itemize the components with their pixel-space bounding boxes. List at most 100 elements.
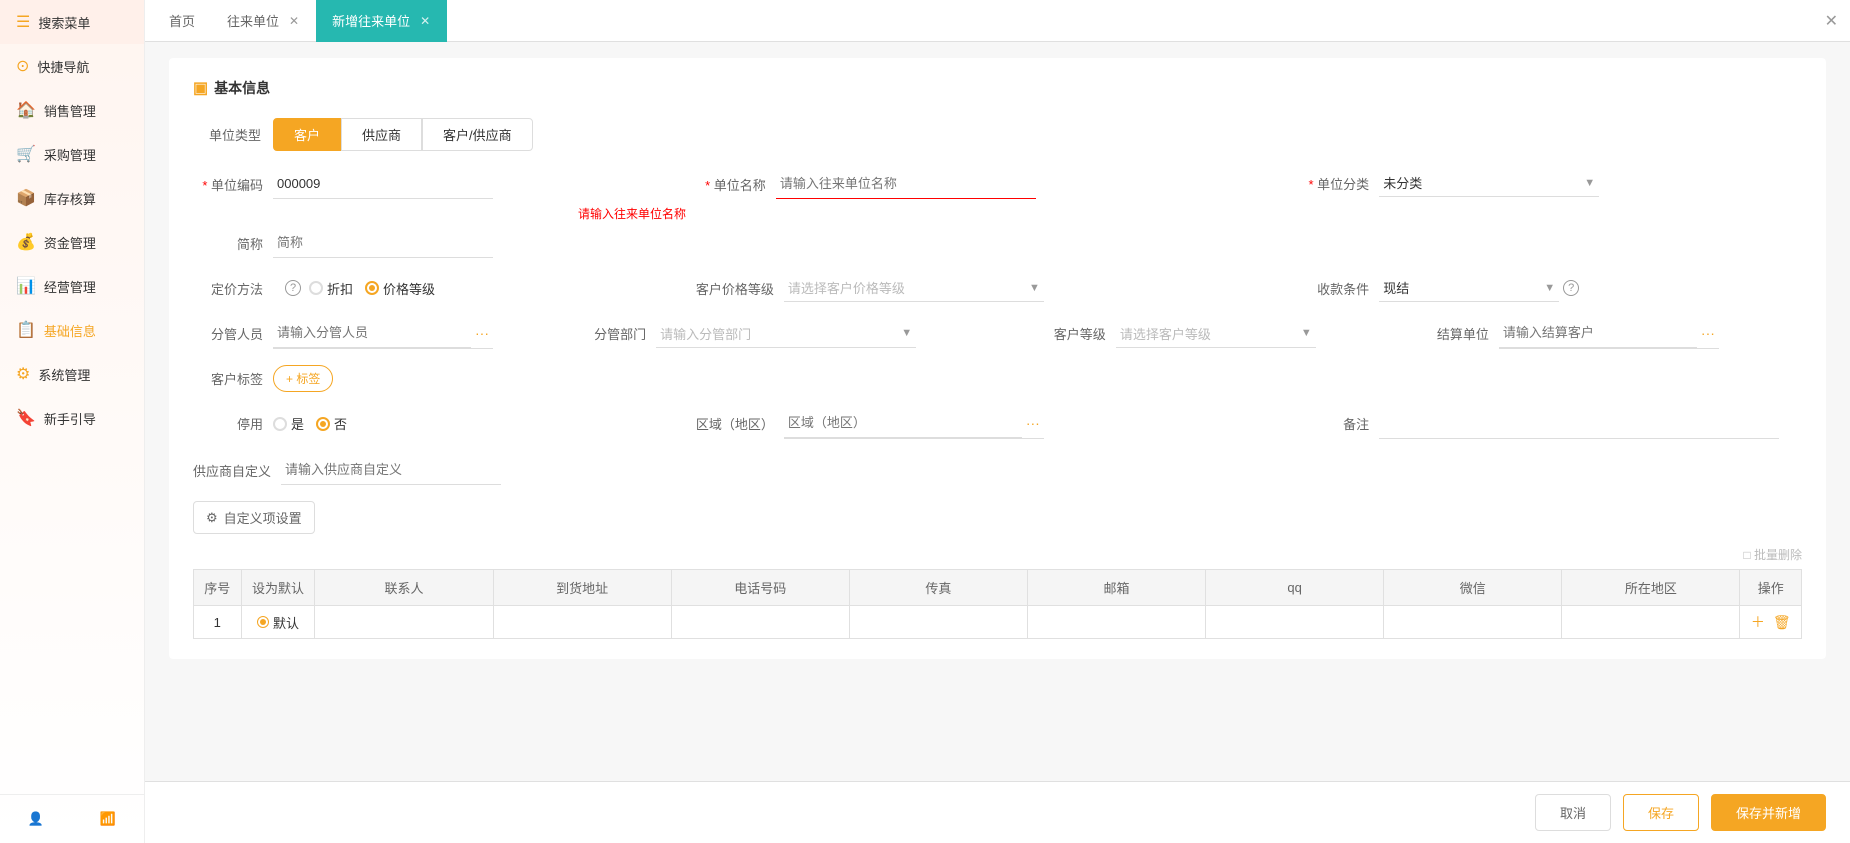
radio-discount[interactable]: 折扣 <box>309 279 353 298</box>
default-radio[interactable] <box>257 616 269 628</box>
settlement-unit-label: 结算单位 <box>1419 324 1499 343</box>
main-area: 首页 往来单位 ✕ 新增往来单位 ✕ ✕ ▣ 基本信息 单位类型 客户 供应商 … <box>145 0 1850 843</box>
cell-wechat <box>1384 606 1562 639</box>
contact-input[interactable] <box>325 616 482 630</box>
user-icon[interactable]: 👤 <box>0 803 72 835</box>
col-qq: qq <box>1206 570 1384 606</box>
sidebar-item-finance[interactable]: 💰 资金管理 <box>0 220 144 264</box>
system-icon: ⚙ <box>16 364 30 384</box>
customer-price-level-select[interactable]: 请选择客户价格等级 ▼ <box>784 274 1044 302</box>
region-table-input[interactable] <box>1572 616 1729 630</box>
tab-new-partner[interactable]: 新增往来单位 ✕ <box>316 0 447 42</box>
unit-name-error: 请输入往来单位名称 <box>578 205 1802 222</box>
customer-level-field: 客户等级 请选择客户等级 ▼ <box>1036 320 1419 348</box>
pricing-label: 定价方法 <box>193 279 273 298</box>
bottom-bar: 取消 保存 保存并新增 <box>145 781 1850 843</box>
sidebar: ☰ 搜索菜单 ⊙ 快捷导航 🏠 销售管理 🛒 采购管理 📦 库存核算 💰 资金管… <box>0 0 145 843</box>
manager-dots[interactable]: ··· <box>471 325 493 341</box>
type-btn-customer[interactable]: 客户 <box>273 118 341 151</box>
section-title: ▣ 基本信息 <box>193 78 1802 98</box>
col-wechat: 微信 <box>1384 570 1562 606</box>
radio-no[interactable]: 否 <box>316 414 347 433</box>
department-select[interactable]: 请输入分管部门 ▼ <box>656 320 916 348</box>
supplier-custom-input[interactable] <box>281 455 501 485</box>
sidebar-bottom: 👤 📶 <box>0 794 144 843</box>
save-button[interactable]: 保存 <box>1623 794 1699 831</box>
phone-input[interactable] <box>682 616 839 630</box>
remark-input[interactable] <box>1379 409 1779 439</box>
department-field: 分管部门 请输入分管部门 ▼ <box>576 320 1036 348</box>
pricing-help-icon[interactable]: ? <box>285 280 301 296</box>
delete-row-icon[interactable]: 🗑 <box>1773 614 1791 631</box>
customer-price-level-field: 客户价格等级 请选择客户价格等级 ▼ <box>696 274 1299 302</box>
sidebar-item-quicknav[interactable]: ⊙ 快捷导航 <box>0 44 144 88</box>
department-placeholder: 请输入分管部门 <box>660 324 897 343</box>
unit-code-input[interactable] <box>273 169 493 199</box>
sidebar-item-inventory[interactable]: 📦 库存核算 <box>0 176 144 220</box>
signal-icon[interactable]: 📶 <box>72 803 144 835</box>
sidebar-item-guide[interactable]: 🔖 新手引导 <box>0 396 144 440</box>
abbr-input[interactable] <box>273 228 493 258</box>
unit-category-select[interactable]: 未分类 ▼ <box>1379 169 1599 197</box>
col-fax: 传真 <box>849 570 1027 606</box>
customer-tag-field: 客户标签 + 标签 <box>193 365 1802 392</box>
unit-name-input[interactable] <box>776 169 1036 199</box>
row-actions: ＋ 🗑 <box>1750 612 1791 632</box>
close-all-tabs[interactable]: ✕ <box>1825 11 1838 31</box>
add-tag-button[interactable]: + 标签 <box>273 365 333 392</box>
settlement-unit-dots[interactable]: ··· <box>1697 325 1719 341</box>
unit-type-label: 单位类型 <box>193 125 273 144</box>
sidebar-item-system[interactable]: ⚙ 系统管理 <box>0 352 144 396</box>
qq-input[interactable] <box>1216 616 1373 630</box>
cancel-button[interactable]: 取消 <box>1535 794 1611 831</box>
sidebar-item-operations[interactable]: 📊 经营管理 <box>0 264 144 308</box>
settlement-unit-input-wrapper: ··· <box>1499 318 1719 349</box>
address-input[interactable] <box>504 616 661 630</box>
manager-field: 分管人员 ··· <box>193 318 576 349</box>
radio-price-level[interactable]: 价格等级 <box>365 279 435 298</box>
customize-button[interactable]: ⚙ 自定义项设置 <box>193 501 315 534</box>
sidebar-item-basic[interactable]: 📋 基础信息 <box>0 308 144 352</box>
remark-label: 备注 <box>1299 414 1379 433</box>
settlement-unit-input[interactable] <box>1499 318 1697 348</box>
col-action: 操作 <box>1740 570 1802 606</box>
payment-terms-select[interactable]: 现结 ▼ <box>1379 274 1559 302</box>
radio-yes[interactable]: 是 <box>273 414 304 433</box>
operations-icon: 📊 <box>16 276 36 296</box>
manager-input[interactable] <box>273 318 471 348</box>
col-email: 邮箱 <box>1027 570 1205 606</box>
form-container: ▣ 基本信息 单位类型 客户 供应商 客户/供应商 单位编码 单位名称 <box>169 58 1826 659</box>
radio-yes-label: 是 <box>291 414 304 433</box>
unit-category-value: 未分类 <box>1383 173 1580 192</box>
tab-partners-close[interactable]: ✕ <box>289 14 299 28</box>
type-btn-supplier[interactable]: 供应商 <box>341 118 422 151</box>
tab-new-partner-close[interactable]: ✕ <box>420 14 430 28</box>
customer-price-level-label: 客户价格等级 <box>696 279 784 298</box>
radio-price-level-label: 价格等级 <box>383 279 435 298</box>
tab-home[interactable]: 首页 <box>153 0 211 42</box>
fax-input[interactable] <box>860 616 1017 630</box>
pricing-radio-group: 折扣 价格等级 <box>309 279 435 298</box>
add-row-icon[interactable]: ＋ <box>1751 612 1765 632</box>
region-dots[interactable]: ··· <box>1022 415 1044 431</box>
col-region: 所在地区 <box>1562 570 1740 606</box>
tab-partners[interactable]: 往来单位 ✕ <box>211 0 316 42</box>
chevron-down-icon-2: ▼ <box>1029 282 1040 294</box>
unit-name-field: 单位名称 <box>696 169 1299 199</box>
col-seq: 序号 <box>194 570 242 606</box>
form-row-disabled: 停用 是 否 区域（地区） <box>193 408 1802 439</box>
radio-no-circle <box>316 417 330 431</box>
sidebar-item-purchase[interactable]: 🛒 采购管理 <box>0 132 144 176</box>
payment-terms-help-icon[interactable]: ? <box>1563 280 1579 296</box>
sidebar-item-sales[interactable]: 🏠 销售管理 <box>0 88 144 132</box>
sidebar-item-search[interactable]: ☰ 搜索菜单 <box>0 0 144 44</box>
wechat-input[interactable] <box>1394 616 1551 630</box>
type-btn-both[interactable]: 客户/供应商 <box>422 118 533 151</box>
cell-fax <box>849 606 1027 639</box>
region-input[interactable] <box>784 408 1022 438</box>
customer-level-select[interactable]: 请选择客户等级 ▼ <box>1116 320 1316 348</box>
section-icon: ▣ <box>193 78 208 98</box>
unit-name-label: 单位名称 <box>696 175 776 194</box>
save-new-button[interactable]: 保存并新增 <box>1711 794 1826 831</box>
email-input[interactable] <box>1038 616 1195 630</box>
